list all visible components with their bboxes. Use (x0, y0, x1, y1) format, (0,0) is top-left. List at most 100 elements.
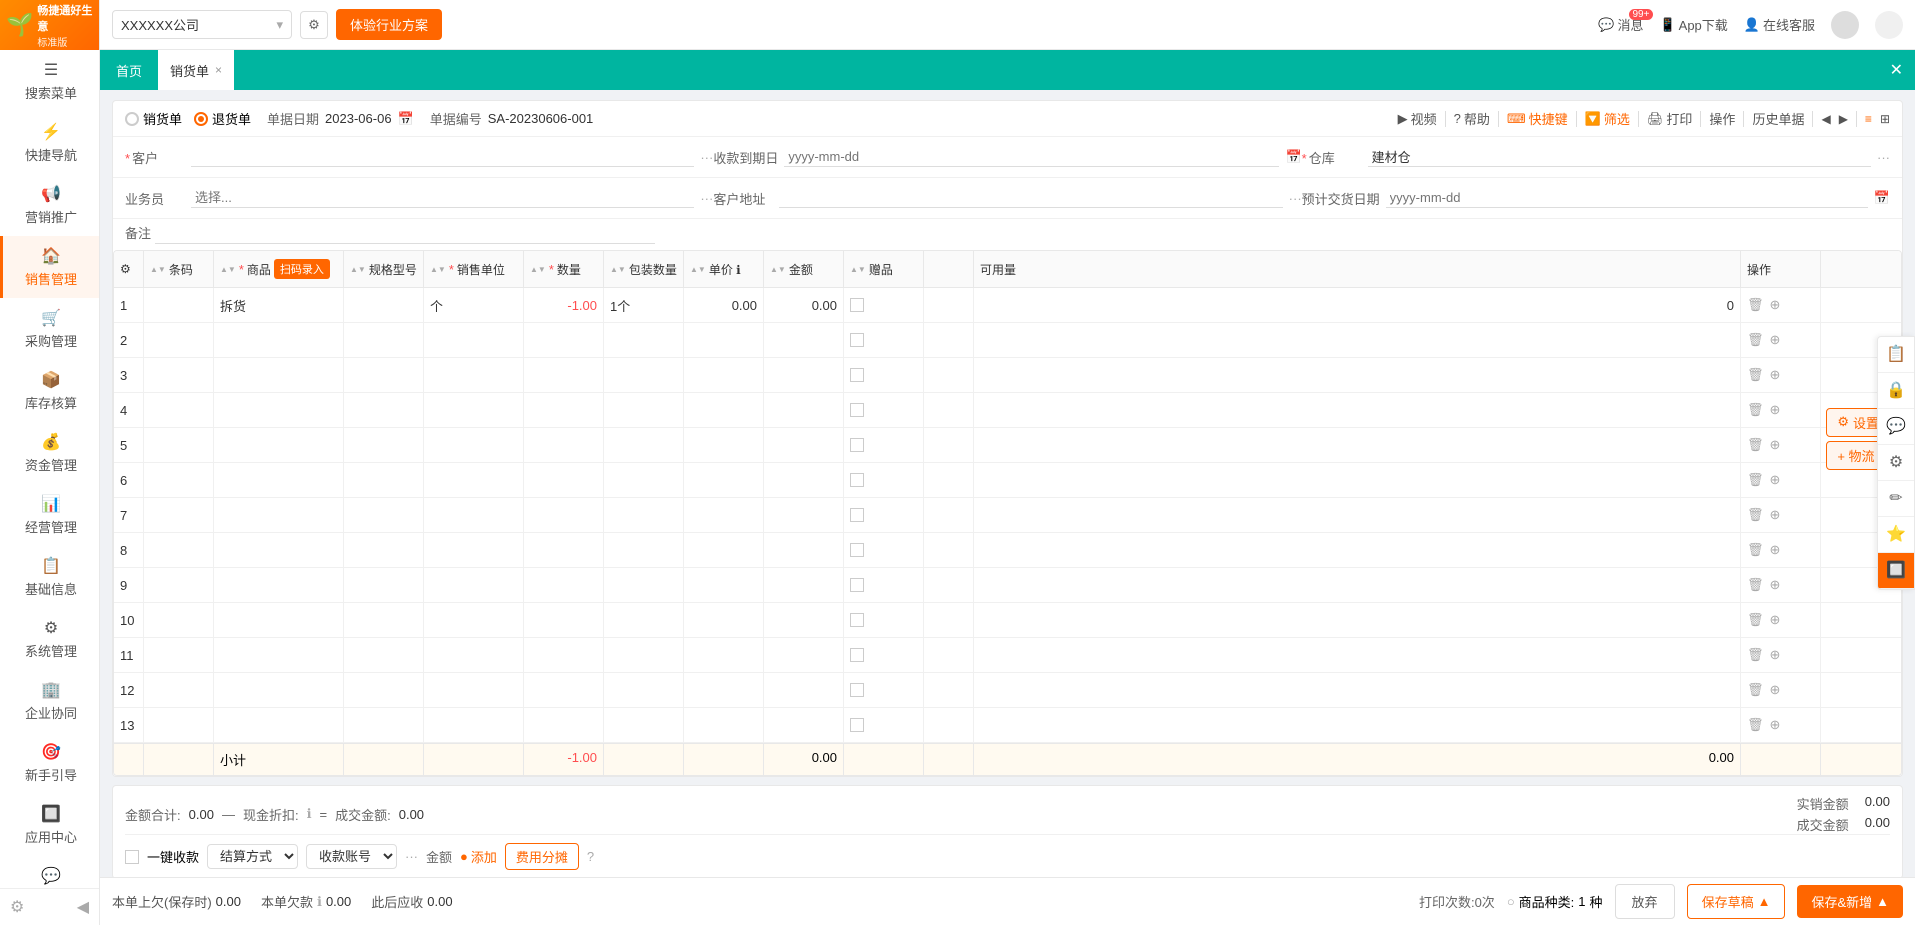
order-number-value[interactable]: SA-20230606-001 (488, 111, 594, 126)
td-unit-10[interactable] (424, 638, 524, 672)
td-goods-11[interactable] (214, 673, 344, 707)
td-spec-7[interactable] (344, 533, 424, 567)
add-payment-btn[interactable]: ● 添加 (460, 847, 497, 866)
sidebar-item-wechat[interactable]: 💬企业微信 (0, 856, 99, 888)
radio-sales-order[interactable]: 销货单 (125, 109, 182, 128)
copy-icon-3[interactable]: ⊕ (1770, 402, 1781, 418)
gift-checkbox-7[interactable] (850, 543, 864, 557)
td-remark-11[interactable] (924, 673, 974, 707)
delete-icon-0[interactable]: 🗑 (1747, 297, 1764, 313)
td-qty-0[interactable]: -1.00 (524, 288, 604, 322)
td-price-12[interactable] (684, 708, 764, 742)
td-unit-4[interactable] (424, 428, 524, 462)
td-pkg-0[interactable]: 1个 (604, 288, 684, 322)
sidebar-item-enterprise[interactable]: 🏢企业协同 (0, 670, 99, 732)
td-pkg-5[interactable] (604, 463, 684, 497)
td-price-6[interactable] (684, 498, 764, 532)
td-price-0[interactable]: 0.00 (684, 288, 764, 322)
gift-checkbox-10[interactable] (850, 648, 864, 662)
gift-checkbox-4[interactable] (850, 438, 864, 452)
td-unit-5[interactable] (424, 463, 524, 497)
td-unit-8[interactable] (424, 568, 524, 602)
settings-icon[interactable]: ⚙ (10, 897, 24, 917)
td-remark-3[interactable] (924, 393, 974, 427)
help-icon-payment[interactable]: ? (587, 849, 594, 864)
account-dots[interactable]: ··· (405, 849, 418, 864)
td-spec-8[interactable] (344, 568, 424, 602)
td-spec-1[interactable] (344, 323, 424, 357)
float-icon-5[interactable]: ✏ (1878, 481, 1914, 517)
td-amount-4[interactable] (764, 428, 844, 462)
copy-icon-9[interactable]: ⊕ (1770, 612, 1781, 628)
td-gift-0[interactable] (844, 288, 924, 322)
prev-btn[interactable]: ◀ (1821, 112, 1830, 126)
td-remark-9[interactable] (924, 603, 974, 637)
td-price-11[interactable] (684, 673, 764, 707)
collapse-icon[interactable]: ◀ (77, 897, 89, 917)
sidebar-item-guide[interactable]: 🎯新手引导 (0, 732, 99, 794)
td-qty-1[interactable] (524, 323, 604, 357)
grid-view-btn[interactable]: ≡ (1865, 112, 1872, 126)
sidebar-item-appstore[interactable]: 🔲应用中心 (0, 794, 99, 856)
td-remark-5[interactable] (924, 463, 974, 497)
td-gift-5[interactable] (844, 463, 924, 497)
calendar-icon[interactable]: 📅 (398, 111, 414, 127)
td-price-5[interactable] (684, 463, 764, 497)
float-icon-2[interactable]: 🔒 (1878, 373, 1914, 409)
copy-icon-5[interactable]: ⊕ (1770, 472, 1781, 488)
copy-icon-6[interactable]: ⊕ (1770, 507, 1781, 523)
gift-checkbox-5[interactable] (850, 473, 864, 487)
delete-icon-8[interactable]: 🗑 (1747, 577, 1764, 593)
td-amount-11[interactable] (764, 673, 844, 707)
td-qty-7[interactable] (524, 533, 604, 567)
td-remark-7[interactable] (924, 533, 974, 567)
td-goods-7[interactable] (214, 533, 344, 567)
sidebar-item-sales[interactable]: 🏠销售管理 (0, 236, 99, 298)
td-barcode-9[interactable] (144, 603, 214, 637)
td-amount-2[interactable] (764, 358, 844, 392)
copy-icon-0[interactable]: ⊕ (1770, 297, 1781, 313)
td-price-2[interactable] (684, 358, 764, 392)
td-unit-1[interactable] (424, 323, 524, 357)
td-qty-11[interactable] (524, 673, 604, 707)
td-remark-2[interactable] (924, 358, 974, 392)
history-btn[interactable]: 历史单据 (1752, 109, 1804, 128)
td-amount-0[interactable]: 0.00 (764, 288, 844, 322)
sidebar-item-inventory[interactable]: 📦库存核算 (0, 360, 99, 422)
td-unit-0[interactable]: 个 (424, 288, 524, 322)
td-gift-2[interactable] (844, 358, 924, 392)
copy-icon-10[interactable]: ⊕ (1770, 647, 1781, 663)
td-barcode-3[interactable] (144, 393, 214, 427)
td-qty-6[interactable] (524, 498, 604, 532)
td-goods-6[interactable] (214, 498, 344, 532)
sidebar-item-business[interactable]: 📊经营管理 (0, 484, 99, 546)
td-remark-1[interactable] (924, 323, 974, 357)
td-spec-11[interactable] (344, 673, 424, 707)
app-download-button[interactable]: 📱 App下载 (1659, 15, 1727, 34)
sidebar-item-quick-nav[interactable]: ⚡快捷导航 (0, 112, 99, 174)
copy-icon-12[interactable]: ⊕ (1770, 717, 1781, 733)
card-view-btn[interactable]: ⊞ (1880, 112, 1890, 126)
td-unit-11[interactable] (424, 673, 524, 707)
td-goods-12[interactable] (214, 708, 344, 742)
tab-close-icon[interactable]: × (215, 63, 222, 77)
calendar-payment-icon[interactable]: 📅 (1285, 149, 1301, 165)
td-barcode-2[interactable] (144, 358, 214, 392)
sidebar-item-purchase[interactable]: 🛒采购管理 (0, 298, 99, 360)
sidebar-item-system[interactable]: ⚙系统管理 (0, 608, 99, 670)
order-date-value[interactable]: 2023-06-06 (325, 111, 392, 126)
td-remark-10[interactable] (924, 638, 974, 672)
td-gift-3[interactable] (844, 393, 924, 427)
td-amount-6[interactable] (764, 498, 844, 532)
copy-icon-2[interactable]: ⊕ (1770, 367, 1781, 383)
td-gift-11[interactable] (844, 673, 924, 707)
next-btn[interactable]: ▶ (1839, 112, 1848, 126)
sidebar-item-search-order[interactable]: ☰搜索菜单 (0, 50, 99, 112)
td-goods-9[interactable] (214, 603, 344, 637)
shortcut-btn[interactable]: ⌨ 快捷键 (1507, 109, 1568, 128)
warehouse-input[interactable] (1368, 147, 1871, 167)
copy-icon-7[interactable]: ⊕ (1770, 542, 1781, 558)
td-goods-4[interactable] (214, 428, 344, 462)
float-icon-1[interactable]: 📋 (1878, 337, 1914, 373)
gift-checkbox-3[interactable] (850, 403, 864, 417)
